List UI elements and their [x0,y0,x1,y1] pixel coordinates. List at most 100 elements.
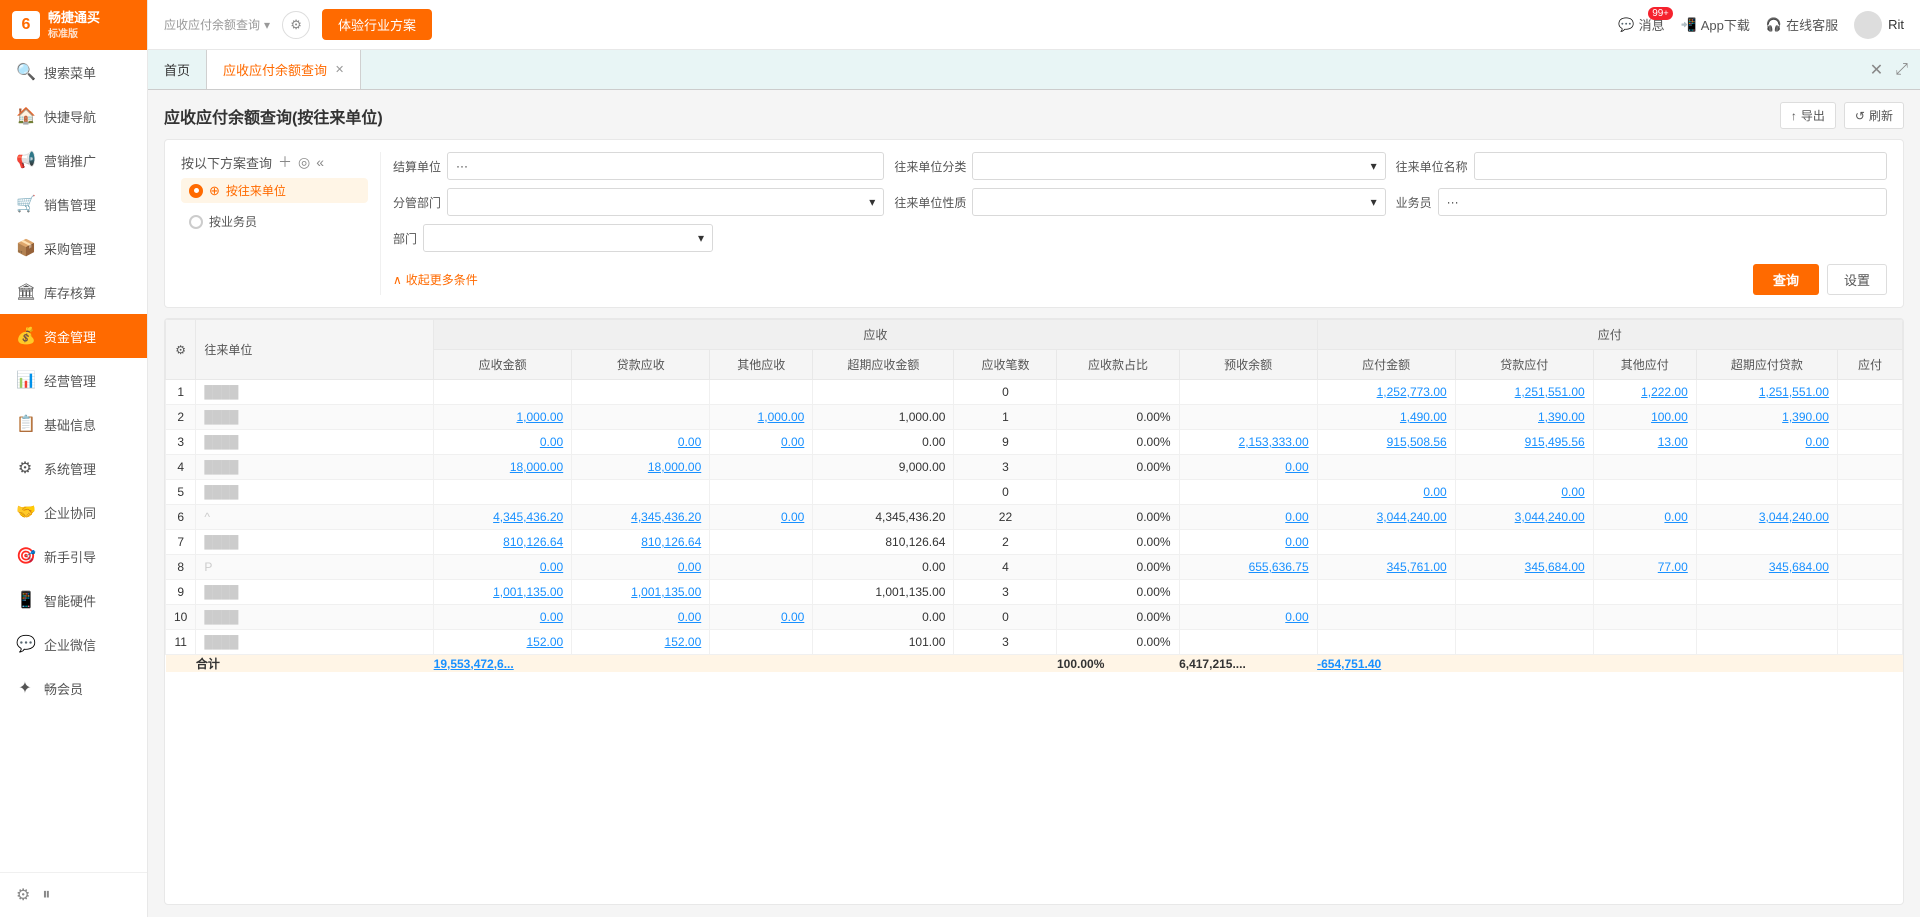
table-cell[interactable]: 1,000.00 [434,405,572,430]
table-cell [1837,480,1902,505]
collapse-scheme-icon[interactable]: « [316,154,324,170]
table-cell[interactable]: 345,761.00 [1317,555,1455,580]
table-cell[interactable]: 345,684.00 [1455,555,1593,580]
table-cell[interactable]: 3,044,240.00 [1317,505,1455,530]
table-cell[interactable]: 0.00 [1179,455,1317,480]
unit-name-input[interactable] [1474,152,1887,180]
table-cell[interactable]: 3,044,240.00 [1696,505,1837,530]
dept-manage-select[interactable]: ▾ [447,188,884,216]
table-cell[interactable]: 915,508.56 [1317,430,1455,455]
tab-query[interactable]: 应收应付余额查询 ✕ [207,50,361,89]
table-cell[interactable]: 152.00 [434,630,572,655]
online-service[interactable]: 🎧 在线客服 [1766,15,1838,34]
sidebar-item-hardware[interactable]: 📱 智能硬件 [0,578,147,622]
unit-category-select[interactable]: ▾ [972,152,1385,180]
sidebar-item-marketing[interactable]: 📢 营销推广 [0,138,147,182]
user-info[interactable]: Rit [1854,11,1904,39]
footer-receivable-amt[interactable]: 19,553,472,6... [434,655,572,673]
table-cell[interactable]: 1,490.00 [1317,405,1455,430]
table-cell[interactable]: 100.00 [1593,405,1696,430]
sidebar-item-inventory[interactable]: 🏛 库存核算 [0,270,147,314]
table-cell[interactable]: 810,126.64 [572,530,710,555]
table-cell[interactable]: 655,636.75 [1179,555,1317,580]
topbar-gear-btn[interactable]: ⚙ [282,11,310,39]
table-cell[interactable]: 1,390.00 [1455,405,1593,430]
table-cell[interactable]: 0.00 [1179,505,1317,530]
table-cell[interactable]: 0.00 [434,430,572,455]
sidebar-item-search[interactable]: 🔍 搜索菜单 [0,50,147,94]
table-cell[interactable]: 18,000.00 [572,455,710,480]
close-window-icon[interactable]: ✕ [1870,60,1883,80]
table-cell[interactable]: 915,495.56 [1455,430,1593,455]
footer-payable-amt[interactable]: -654,751.40 [1317,655,1455,673]
settings-col-header[interactable]: ⚙ [166,320,196,380]
table-cell[interactable]: 810,126.64 [434,530,572,555]
table-cell[interactable]: 1,251,551.00 [1696,380,1837,405]
table-cell[interactable]: 0.00 [1593,505,1696,530]
query-button[interactable]: 查询 [1753,264,1819,295]
sidebar-item-purchase[interactable]: 📦 采购管理 [0,226,147,270]
sidebar-item-collab[interactable]: 🤝 企业协同 [0,490,147,534]
sidebar-item-operation[interactable]: 📊 经营管理 [0,358,147,402]
collapse-btn[interactable]: ∧ 收起更多条件 [393,267,478,292]
table-cell [1179,580,1317,605]
sidebar-item-member[interactable]: ✦ 畅会员 [0,666,147,710]
sidebar-item-basic[interactable]: 📋 基础信息 [0,402,147,446]
table-cell[interactable]: 0.00 [1317,480,1455,505]
table-cell[interactable]: 0.00 [710,430,813,455]
dept-select[interactable]: ▾ [423,224,713,252]
pause-icon[interactable]: ⏸ [42,886,50,904]
table-cell[interactable]: 345,684.00 [1696,555,1837,580]
sidebar-item-finance[interactable]: 💰 资金管理 [0,314,147,358]
salesman-select[interactable]: ··· [1438,188,1887,216]
table-cell[interactable]: 13.00 [1593,430,1696,455]
table-cell[interactable]: 4,345,436.20 [434,505,572,530]
table-cell[interactable]: 1,222.00 [1593,380,1696,405]
settlement-unit-select[interactable]: ··· [447,152,884,180]
tab-home[interactable]: 首页 [148,50,207,89]
unit-nature-select[interactable]: ▾ [972,188,1385,216]
table-cell[interactable]: 1,001,135.00 [572,580,710,605]
refresh-button[interactable]: ↺ 刷新 [1844,102,1904,129]
sidebar-item-wechat[interactable]: 💬 企业微信 [0,622,147,666]
table-cell[interactable]: 0.00 [434,605,572,630]
maximize-icon[interactable]: ⤢ [1895,61,1908,79]
sidebar-item-guide[interactable]: 🎯 新手引导 [0,534,147,578]
filter-option-by-unit[interactable]: ⊕ 按往来单位 [181,178,368,203]
table-cell[interactable]: 0.00 [1455,480,1593,505]
table-cell[interactable]: 2,153,333.00 [1179,430,1317,455]
table-cell[interactable]: 1,252,773.00 [1317,380,1455,405]
table-cell[interactable]: 1,251,551.00 [1455,380,1593,405]
table-cell[interactable]: 0.00 [572,430,710,455]
tab-close-icon[interactable]: ✕ [335,63,344,76]
add-scheme-icon[interactable]: ＋ [278,152,292,172]
table-cell[interactable]: 0.00 [1179,530,1317,555]
table-cell[interactable]: 0.00 [710,505,813,530]
setting-button[interactable]: 设置 [1827,264,1887,295]
sidebar-item-nav[interactable]: 🏠 快捷导航 [0,94,147,138]
sidebar-item-system[interactable]: ⚙ 系统管理 [0,446,147,490]
sidebar-item-sales[interactable]: 🛒 销售管理 [0,182,147,226]
table-cell[interactable]: 4,345,436.20 [572,505,710,530]
filter-option-by-staff[interactable]: 按业务员 [181,209,368,234]
table-cell[interactable]: 3,044,240.00 [1455,505,1593,530]
export-button[interactable]: ↑ 导出 [1780,102,1836,129]
app-download[interactable]: 📲 App下载 [1681,15,1750,34]
table-cell[interactable]: 0.00 [710,605,813,630]
promo-button[interactable]: 体验行业方案 [322,9,432,40]
table-cell[interactable]: 0.00 [1696,430,1837,455]
table-cell[interactable]: 0.00 [572,555,710,580]
settings-bottom-icon[interactable]: ⚙ [16,885,30,905]
target-icon[interactable]: ◎ [298,154,310,171]
table-cell[interactable]: 18,000.00 [434,455,572,480]
table-cell[interactable]: 1,001,135.00 [434,580,572,605]
table-cell[interactable]: 0.00 [572,605,710,630]
table-cell[interactable]: 1,390.00 [1696,405,1837,430]
table-cell[interactable]: 0.00 [434,555,572,580]
table-cell[interactable]: 77.00 [1593,555,1696,580]
table-cell[interactable]: 1,000.00 [710,405,813,430]
table-cell[interactable]: 0.00 [1179,605,1317,630]
table-cell: 22 [954,505,1057,530]
table-cell[interactable]: 152.00 [572,630,710,655]
message-badge[interactable]: 💬 消息 99+ [1618,15,1664,34]
